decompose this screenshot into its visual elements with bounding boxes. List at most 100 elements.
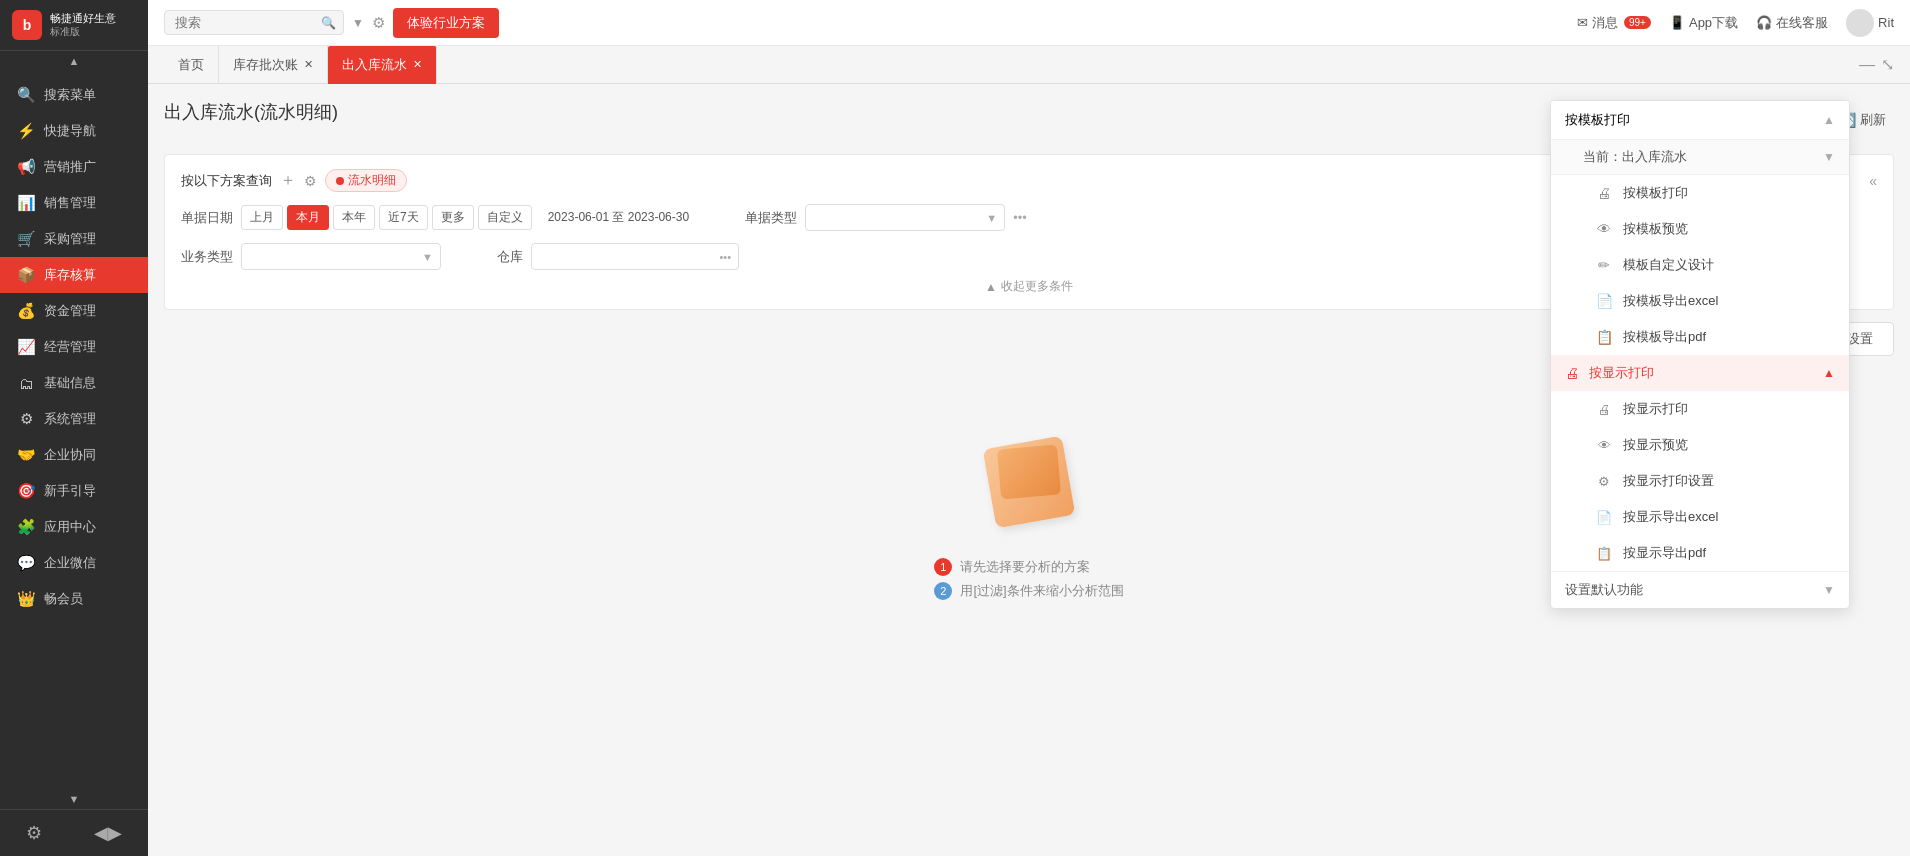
dp-template-preview-icon: 👁 bbox=[1595, 221, 1613, 237]
business-type-select[interactable] bbox=[241, 243, 441, 270]
search-input[interactable] bbox=[164, 10, 344, 35]
dp-footer-chevron[interactable]: ▼ bbox=[1823, 583, 1835, 597]
dp-display-icon: 🖨 bbox=[1565, 365, 1579, 381]
tab-inout-flow[interactable]: 出入库流水 ✕ bbox=[328, 46, 437, 84]
dp-sub-chevron[interactable]: ▼ bbox=[1823, 150, 1835, 164]
finance-icon: 💰 bbox=[16, 302, 36, 320]
tab-inout-flow-close[interactable]: ✕ bbox=[413, 58, 422, 71]
sidebar-item-label-system: 系统管理 bbox=[44, 410, 96, 428]
dp-display-excel[interactable]: 📄 按显示导出excel bbox=[1551, 499, 1849, 535]
sidebar-item-system[interactable]: ⚙ 系统管理 bbox=[0, 401, 148, 437]
sidebar-bottom: ⚙ ◀▶ bbox=[0, 809, 148, 856]
dp-item-template-excel[interactable]: 📄 按模板导出excel bbox=[1551, 283, 1849, 319]
sidebar-item-search[interactable]: 🔍 搜索菜单 bbox=[0, 77, 148, 113]
purchase-icon: 🛒 bbox=[16, 230, 36, 248]
sidebar-item-purchase[interactable]: 🛒 采购管理 bbox=[0, 221, 148, 257]
page-title: 出入库流水(流水明细) bbox=[164, 100, 338, 124]
sidebar-item-inventory[interactable]: 📦 库存核算 bbox=[0, 257, 148, 293]
dp-display-print-icon: 🖨 bbox=[1595, 402, 1613, 417]
dp-item-template-preview[interactable]: 👁 按模板预览 bbox=[1551, 211, 1849, 247]
vip-icon: 👑 bbox=[16, 590, 36, 608]
dp-display-section-header[interactable]: 🖨 按显示打印 ▲ bbox=[1551, 355, 1849, 391]
date-field: 单据日期 上月 本月 本年 近7天 更多 自定义 2023-06-01 至 20… bbox=[181, 205, 689, 230]
dp-display-settings-label: 按显示打印设置 bbox=[1623, 472, 1714, 490]
dp-display-print-settings[interactable]: ⚙ 按显示打印设置 bbox=[1551, 463, 1849, 499]
dp-item-template-pdf[interactable]: 📋 按模板导出pdf bbox=[1551, 319, 1849, 355]
dp-current-label: 当前：出入库流水 bbox=[1583, 148, 1687, 166]
logo-title: 畅捷通好生意 bbox=[50, 11, 116, 25]
app-download-btn[interactable]: 📱 App下载 bbox=[1669, 14, 1738, 32]
dp-display-print-label: 按显示打印 bbox=[1623, 400, 1688, 418]
dp-item-template-custom[interactable]: ✏ 模板自定义设计 bbox=[1551, 247, 1849, 283]
sidebar-item-label-marketing: 营销推广 bbox=[44, 158, 96, 176]
apps-icon: 🧩 bbox=[16, 518, 36, 536]
collapse-sidebar-btn[interactable]: ◀▶ bbox=[86, 818, 130, 848]
warehouse-field: 仓库 ••• bbox=[497, 243, 739, 270]
tab-expand-btn[interactable]: ⤡ bbox=[1881, 55, 1894, 74]
sidebar-scroll-up[interactable]: ▲ bbox=[0, 51, 148, 71]
user-avatar-btn[interactable]: Rit bbox=[1846, 9, 1894, 37]
sidebar-item-sales[interactable]: 📊 销售管理 bbox=[0, 185, 148, 221]
current-month-btn[interactable]: 本月 bbox=[287, 205, 329, 230]
tab-inventory-batch[interactable]: 库存批次账 ✕ bbox=[219, 46, 328, 84]
custom-date-btn[interactable]: 自定义 bbox=[478, 205, 532, 230]
filter-add-btn[interactable]: ＋ bbox=[280, 170, 296, 191]
filter-collapse-toggle[interactable]: « bbox=[1869, 173, 1877, 189]
prev-month-btn[interactable]: 上月 bbox=[241, 205, 283, 230]
industry-btn[interactable]: 体验行业方案 bbox=[393, 8, 499, 38]
sidebar-item-wechat[interactable]: 💬 企业微信 bbox=[0, 545, 148, 581]
last-7-days-btn[interactable]: 近7天 bbox=[379, 205, 428, 230]
tab-minimize-btn[interactable]: — bbox=[1859, 56, 1875, 74]
topbar-gear-icon[interactable]: ⚙ bbox=[372, 14, 385, 32]
app-download-label: App下载 bbox=[1689, 14, 1738, 32]
online-service-btn[interactable]: 🎧 在线客服 bbox=[1756, 14, 1828, 32]
dp-header-title: 按模板打印 bbox=[1565, 111, 1630, 129]
current-year-btn[interactable]: 本年 bbox=[333, 205, 375, 230]
dp-footer-label: 设置默认功能 bbox=[1565, 581, 1643, 599]
filter-gear-btn[interactable]: ⚙ bbox=[304, 173, 317, 189]
sidebar-item-enterprise[interactable]: 🤝 企业协同 bbox=[0, 437, 148, 473]
dp-header-chevron[interactable]: ▲ bbox=[1823, 113, 1835, 127]
tab-inout-flow-label: 出入库流水 bbox=[342, 56, 407, 74]
quick-nav-icon: ⚡ bbox=[16, 122, 36, 140]
step-2-num: 2 bbox=[934, 582, 952, 600]
warehouse-input[interactable] bbox=[531, 243, 739, 270]
dp-display-print[interactable]: 🖨 按显示打印 bbox=[1551, 391, 1849, 427]
date-label: 单据日期 bbox=[181, 209, 233, 227]
dp-sub-header[interactable]: 当前：出入库流水 ▼ bbox=[1551, 140, 1849, 175]
message-btn[interactable]: ✉ 消息 99+ bbox=[1577, 14, 1651, 32]
dp-item-template-print[interactable]: 🖨 按模板打印 bbox=[1551, 175, 1849, 211]
dp-template-excel-icon: 📄 bbox=[1595, 293, 1613, 309]
tab-inventory-batch-close[interactable]: ✕ bbox=[304, 58, 313, 71]
dp-display-pdf[interactable]: 📋 按显示导出pdf bbox=[1551, 535, 1849, 571]
sidebar-item-apps[interactable]: 🧩 应用中心 bbox=[0, 509, 148, 545]
warehouse-more-btn[interactable]: ••• bbox=[719, 251, 731, 263]
more-date-btn[interactable]: 更多 bbox=[432, 205, 474, 230]
dp-template-excel-label: 按模板导出excel bbox=[1623, 292, 1718, 310]
sidebar-item-finance[interactable]: 💰 资金管理 bbox=[0, 293, 148, 329]
sidebar-item-operation[interactable]: 📈 经营管理 bbox=[0, 329, 148, 365]
sidebar-item-vip[interactable]: 👑 畅会员 bbox=[0, 581, 148, 617]
operation-icon: 📈 bbox=[16, 338, 36, 356]
settings-bottom-btn[interactable]: ⚙ bbox=[18, 818, 50, 848]
sidebar-item-basic[interactable]: 🗂 基础信息 bbox=[0, 365, 148, 401]
topbar-left: 🔍 ▼ ⚙ 体验行业方案 bbox=[164, 8, 499, 38]
sidebar-item-marketing[interactable]: 📢 营销推广 bbox=[0, 149, 148, 185]
filter-tag-dot bbox=[336, 177, 344, 185]
empty-steps: 1 请先选择要分析的方案 2 用[过滤]条件来缩小分析范围 bbox=[934, 552, 1123, 606]
sidebar-nav: 🔍 搜索菜单 ⚡ 快捷导航 📢 营销推广 📊 销售管理 🛒 采购管理 📦 库存核… bbox=[0, 71, 148, 789]
dp-footer[interactable]: 设置默认功能 ▼ bbox=[1551, 571, 1849, 608]
dp-display-chevron[interactable]: ▲ bbox=[1823, 366, 1835, 380]
refresh-label: 刷新 bbox=[1860, 111, 1886, 129]
search-icon: 🔍 bbox=[16, 86, 36, 104]
sidebar-item-guide[interactable]: 🎯 新手引导 bbox=[0, 473, 148, 509]
tab-home[interactable]: 首页 bbox=[164, 46, 219, 84]
dp-template-print-icon: 🖨 bbox=[1595, 185, 1613, 201]
doc-type-select[interactable] bbox=[805, 204, 1005, 231]
sidebar-scroll-down[interactable]: ▼ bbox=[0, 789, 148, 809]
dp-display-preview[interactable]: 👁 按显示预览 bbox=[1551, 427, 1849, 463]
doc-type-more-btn[interactable]: ••• bbox=[1013, 210, 1027, 225]
empty-step-1: 1 请先选择要分析的方案 bbox=[934, 558, 1123, 576]
sidebar-item-quick-nav[interactable]: ⚡ 快捷导航 bbox=[0, 113, 148, 149]
topbar-chevron-icon[interactable]: ▼ bbox=[352, 16, 364, 30]
